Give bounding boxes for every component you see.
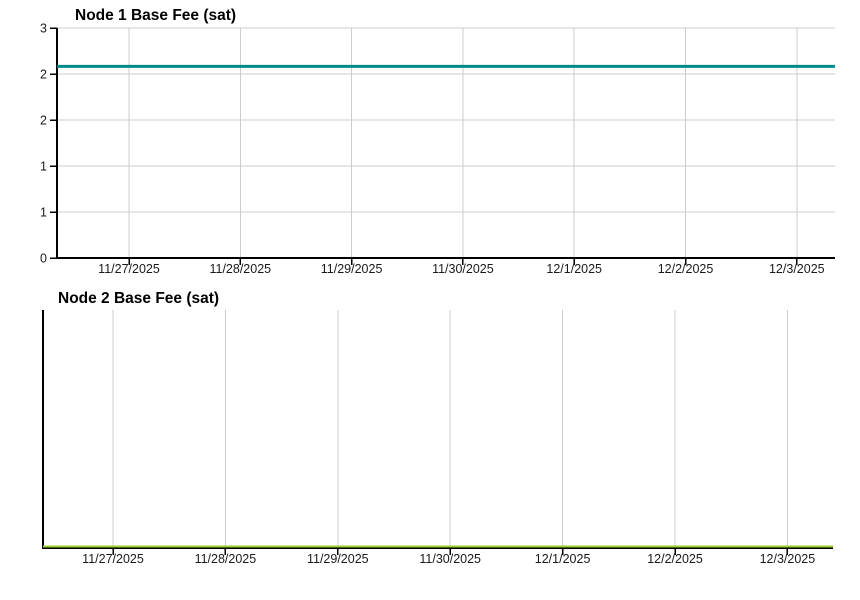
node1-plot-area: 3 2 2 1 1 0 11/27/2025 11/28/2025 11/29/2025 11/3… xyxy=(40,22,835,277)
y-tick-label: 2 xyxy=(40,68,47,82)
x-tick-label: 11/28/2025 xyxy=(209,262,271,276)
y-tick-label: 2 xyxy=(40,114,47,128)
x-tick-label: 12/3/2025 xyxy=(760,552,816,566)
node1-chart-title: Node 1 Base Fee (sat) xyxy=(75,7,236,24)
x-tick-label: 12/2/2025 xyxy=(647,552,703,566)
x-tick-label: 11/29/2025 xyxy=(307,552,369,566)
y-tick-label: 1 xyxy=(40,160,47,174)
node1-base-fee-chart: Node 1 Base Fee (sat) 3 2 2 1 1 0 11/27/2025 11… xyxy=(0,0,860,290)
x-tick-label: 12/1/2025 xyxy=(546,262,602,276)
x-tick-label: 11/30/2025 xyxy=(419,552,481,566)
y-tick-label: 0 xyxy=(40,252,47,266)
x-tick-label: 11/27/2025 xyxy=(98,262,160,276)
y-tick-label: 1 xyxy=(40,206,47,220)
base-fee-charts-page: Node 1 Base Fee (sat) 32211011/27/202511… xyxy=(0,0,860,600)
x-tick-label: 12/1/2025 xyxy=(535,552,591,566)
x-tick-label: 11/29/2025 xyxy=(321,262,383,276)
x-tick-label: 11/28/2025 xyxy=(195,552,257,566)
node2-chart-title: Node 2 Base Fee (sat) xyxy=(58,290,219,307)
x-tick-label: 12/3/2025 xyxy=(769,262,825,276)
y-tick-label: 3 xyxy=(40,22,47,36)
x-tick-label: 12/2/2025 xyxy=(658,262,714,276)
node2-base-fee-chart: Node 2 Base Fee (sat) 11/27/2025 11/28/20… xyxy=(0,290,860,600)
x-tick-label: 11/27/2025 xyxy=(82,552,144,566)
node2-plot-area: 11/27/2025 11/28/2025 11/29/2025 11/30/2025… xyxy=(43,310,833,566)
x-tick-label: 11/30/2025 xyxy=(432,262,494,276)
